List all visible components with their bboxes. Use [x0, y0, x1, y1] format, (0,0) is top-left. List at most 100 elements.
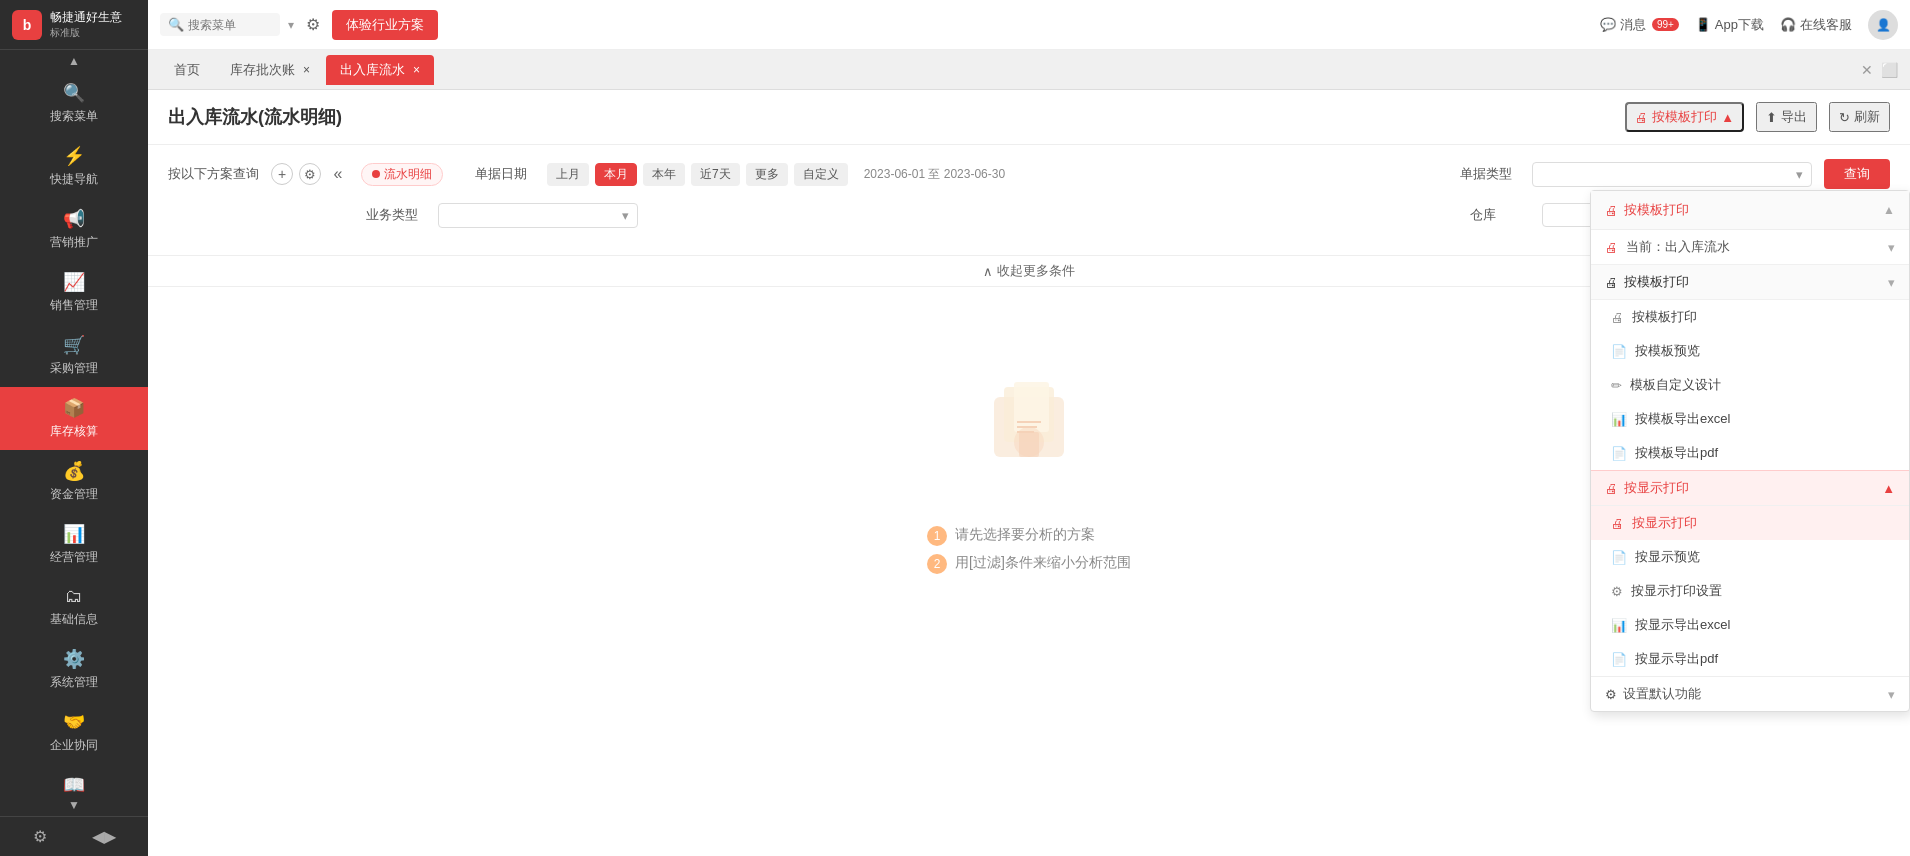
svg-rect-2: [1014, 382, 1049, 432]
sidebar-item-search[interactable]: 🔍 搜索菜单: [0, 72, 148, 135]
doc-type-select[interactable]: ▾: [1532, 162, 1812, 187]
sidebar-item-guide[interactable]: 📖 新手引导: [0, 764, 148, 794]
user-icon: 👤: [1876, 18, 1891, 32]
date-this-month-btn[interactable]: 本月: [595, 163, 637, 186]
biz-type-select[interactable]: ▾: [438, 203, 638, 228]
sidebar-item-finance[interactable]: 💰 资金管理: [0, 450, 148, 513]
sidebar-item-sales[interactable]: 📈 销售管理: [0, 261, 148, 324]
collapse-icon[interactable]: ◀▶: [92, 827, 116, 846]
sidebar: b 畅捷通好生意 标准版 ▲ 🔍 搜索菜单 ⚡ 快捷导航 📢 营销推广 📈 销售…: [0, 0, 148, 856]
header-search-dropdown-icon[interactable]: ▾: [288, 18, 294, 32]
print-dropdown-arrow[interactable]: ▲: [1721, 110, 1734, 125]
refresh-btn[interactable]: ↻ 刷新: [1829, 102, 1890, 132]
sidebar-item-marketing[interactable]: 📢 营销推广: [0, 198, 148, 261]
messages-btn[interactable]: 💬 消息 99+: [1600, 16, 1679, 34]
dp-current-item[interactable]: 🖨 当前：出入库流水 ▾: [1591, 230, 1909, 265]
dp-dpreview-icon: 📄: [1611, 550, 1627, 565]
export-btn[interactable]: ⬆ 导出: [1756, 102, 1817, 132]
sidebar-item-purchase[interactable]: 🛒 采购管理: [0, 324, 148, 387]
dp-print-icon: 🖨: [1605, 203, 1618, 218]
dp-template-print-item[interactable]: 🖨 按模板打印: [1591, 300, 1909, 334]
dp-display-export-excel-item[interactable]: 📊 按显示导出excel: [1591, 608, 1909, 642]
app-download-btn[interactable]: 📱 App下载: [1695, 16, 1764, 34]
dp-dpreview-label: 按显示预览: [1635, 548, 1700, 566]
tab-batch[interactable]: 库存批次账 ×: [216, 55, 324, 85]
collab-icon: 🤝: [63, 711, 85, 733]
tab-flow[interactable]: 出入库流水 ×: [326, 55, 434, 85]
maximize-icon[interactable]: ⬜: [1881, 62, 1898, 78]
app-version: 标准版: [50, 26, 122, 40]
tab-bar: 首页 库存批次账 × 出入库流水 × ✕ ⬜: [148, 50, 1910, 90]
dp-display-preview-item[interactable]: 📄 按显示预览: [1591, 540, 1909, 574]
date-custom-btn[interactable]: 自定义: [794, 163, 848, 186]
sidebar-item-inventory[interactable]: 📦 库存核算: [0, 387, 148, 450]
top-header: 🔍 ▾ ⚙ 体验行业方案 💬 消息 99+ 📱 App下载 🎧 在线客服 👤: [148, 0, 1910, 50]
sidebar-item-quick[interactable]: ⚡ 快捷导航: [0, 135, 148, 198]
filter-gear-btn[interactable]: ⚙: [299, 163, 321, 185]
marketing-icon: 📢: [63, 208, 85, 230]
dp-template-export-pdf-item[interactable]: 📄 按模板导出pdf: [1591, 436, 1909, 470]
filter-add-btn[interactable]: +: [271, 163, 293, 185]
sidebar-item-basic[interactable]: 🗂 基础信息: [0, 576, 148, 638]
dp-display-section-icon: 🖨: [1605, 481, 1618, 496]
message-icon: 💬: [1600, 17, 1616, 32]
dp-template-export-excel-item[interactable]: 📊 按模板导出excel: [1591, 402, 1909, 436]
date-more-btn[interactable]: 更多: [746, 163, 788, 186]
search-icon: 🔍: [63, 82, 85, 104]
restore-icon[interactable]: ✕: [1861, 62, 1873, 78]
sidebar-label-quick: 快捷导航: [50, 171, 98, 188]
dp-footer[interactable]: ⚙ 设置默认功能 ▾: [1591, 676, 1909, 711]
print-icon: 🖨: [1635, 110, 1648, 125]
query-btn[interactable]: 查询: [1824, 159, 1890, 189]
sidebar-item-system[interactable]: ⚙️ 系统管理: [0, 638, 148, 701]
dp-template-preview-item[interactable]: 📄 按模板预览: [1591, 334, 1909, 368]
dp-dpdf-label: 按显示导出pdf: [1635, 650, 1718, 668]
date-this-year-btn[interactable]: 本年: [643, 163, 685, 186]
inventory-icon: 📦: [63, 397, 85, 419]
sidebar-scroll-up[interactable]: ▲: [0, 50, 148, 72]
dp-current-arrow-icon[interactable]: ▾: [1888, 240, 1895, 255]
settings-icon[interactable]: ⚙: [33, 827, 47, 846]
header-search-box[interactable]: 🔍: [160, 13, 280, 36]
dp-footer-label: 设置默认功能: [1623, 685, 1701, 703]
dp-display-print-settings-item[interactable]: ⚙ 按显示打印设置: [1591, 574, 1909, 608]
filter-flow-tag[interactable]: 流水明细: [361, 163, 443, 186]
collapse-conditions-btn[interactable]: ∧ 收起更多条件: [983, 262, 1075, 280]
date-7days-btn[interactable]: 近7天: [691, 163, 740, 186]
sidebar-logo: b 畅捷通好生意 标准版: [0, 0, 148, 50]
sidebar-label-marketing: 营销推广: [50, 234, 98, 251]
dp-header-collapse-icon[interactable]: ▲: [1883, 203, 1895, 217]
basic-icon: 🗂: [65, 586, 83, 607]
industry-btn[interactable]: 体验行业方案: [332, 10, 438, 40]
dp-tcustom-label: 模板自定义设计: [1630, 376, 1721, 394]
online-service-btn[interactable]: 🎧 在线客服: [1780, 16, 1852, 34]
tab-flow-close-icon[interactable]: ×: [413, 63, 420, 77]
dp-display-collapse-icon[interactable]: ▲: [1882, 481, 1895, 496]
user-avatar[interactable]: 👤: [1868, 10, 1898, 40]
print-template-btn[interactable]: 🖨 按模板打印 ▲: [1625, 102, 1744, 132]
sidebar-item-collab[interactable]: 🤝 企业协同: [0, 701, 148, 764]
dp-display-print-item[interactable]: 🖨 按显示打印: [1591, 506, 1909, 540]
app-logo-text: 畅捷通好生意 标准版: [50, 9, 122, 40]
date-last-month-btn[interactable]: 上月: [547, 163, 589, 186]
sidebar-item-operation[interactable]: 📊 经营管理: [0, 513, 148, 576]
filter-collapse-left-btn[interactable]: «: [327, 163, 349, 185]
dp-display-export-pdf-item[interactable]: 📄 按显示导出pdf: [1591, 642, 1909, 676]
sidebar-label-search: 搜索菜单: [50, 108, 98, 125]
sales-icon: 📈: [63, 271, 85, 293]
tab-batch-close-icon[interactable]: ×: [303, 63, 310, 77]
dp-tprint-icon: 🖨: [1611, 310, 1624, 325]
empty-svg: [969, 367, 1089, 487]
search-input[interactable]: [188, 18, 268, 32]
dp-dsettings-icon: ⚙: [1611, 584, 1623, 599]
tab-home[interactable]: 首页: [160, 55, 214, 85]
header-gear-icon[interactable]: ⚙: [306, 15, 320, 34]
dp-header: 🖨 按模板打印 ▲: [1591, 191, 1909, 230]
sidebar-scroll-down[interactable]: ▼: [0, 794, 148, 816]
dp-template-collapse-icon[interactable]: ▾: [1888, 275, 1895, 290]
tab-batch-label: 库存批次账: [230, 61, 295, 79]
dp-tpreview-icon: 📄: [1611, 344, 1627, 359]
dp-section-template[interactable]: 🖨 按模板打印 ▾: [1591, 265, 1909, 300]
dp-section-display[interactable]: 🖨 按显示打印 ▲: [1591, 470, 1909, 506]
dp-template-custom-item[interactable]: ✏ 模板自定义设计: [1591, 368, 1909, 402]
